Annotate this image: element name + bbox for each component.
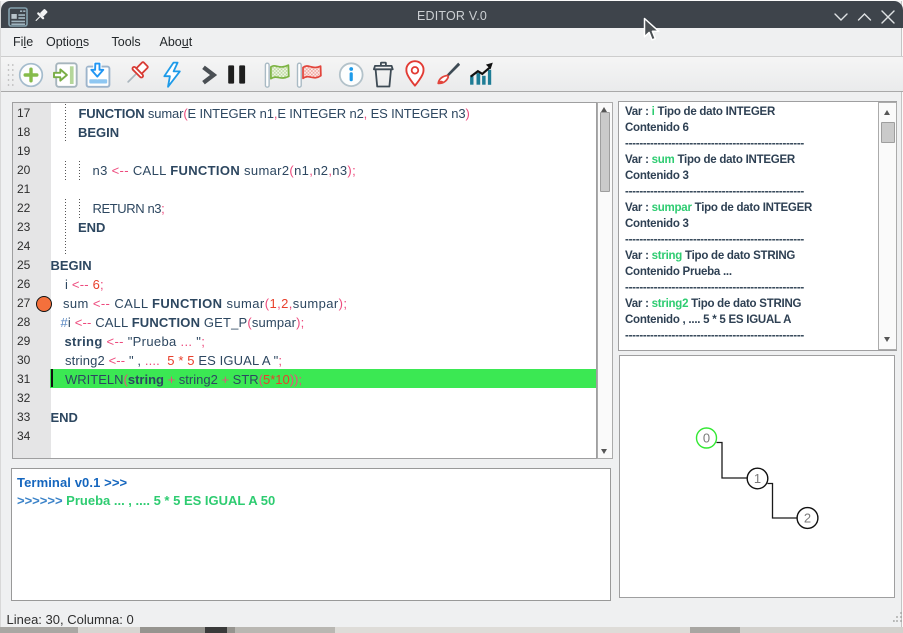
svg-text:2: 2 [804,511,811,526]
svg-text:0: 0 [703,431,710,446]
svg-text:1: 1 [754,471,761,486]
